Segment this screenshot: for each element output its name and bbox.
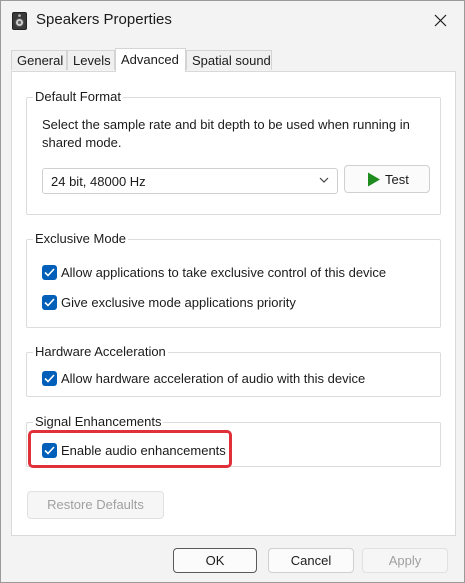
cancel-button[interactable]: Cancel bbox=[268, 548, 354, 573]
hardware-acceleration-label: Hardware Acceleration bbox=[33, 344, 168, 360]
title-bar: Speakers Properties bbox=[1, 1, 464, 41]
default-format-label: Default Format bbox=[33, 89, 123, 105]
signal-enhancements-label: Signal Enhancements bbox=[33, 414, 164, 430]
exclusive-priority-label: Give exclusive mode applications priorit… bbox=[61, 295, 296, 310]
exclusive-control-label: Allow applications to take exclusive con… bbox=[61, 265, 387, 280]
hardware-acceleration-option-label: Allow hardware acceleration of audio wit… bbox=[61, 371, 366, 386]
advanced-tab-panel: Default Format Select the sample rate an… bbox=[11, 71, 456, 536]
tab-advanced[interactable]: Advanced bbox=[115, 48, 186, 72]
speaker-icon bbox=[12, 12, 27, 30]
default-format-group: Default Format Select the sample rate an… bbox=[26, 89, 441, 215]
hardware-acceleration-checkbox[interactable] bbox=[42, 371, 57, 386]
ok-button[interactable]: OK bbox=[173, 548, 257, 573]
close-icon bbox=[434, 14, 447, 27]
apply-button[interactable]: Apply bbox=[362, 548, 448, 573]
restore-defaults-button[interactable]: Restore Defaults bbox=[27, 491, 164, 519]
tab-spatial-sound[interactable]: Spatial sound bbox=[186, 50, 272, 70]
chevron-down-icon bbox=[319, 177, 329, 183]
tab-levels[interactable]: Levels bbox=[67, 50, 115, 70]
exclusive-priority-checkbox[interactable] bbox=[42, 295, 57, 310]
exclusive-mode-group: Exclusive Mode Allow applications to tak… bbox=[26, 231, 441, 328]
test-button[interactable]: Test bbox=[344, 165, 430, 193]
speakers-properties-dialog: Speakers Properties General Levels Advan… bbox=[0, 0, 465, 583]
test-button-label: Test bbox=[385, 172, 409, 187]
exclusive-mode-label: Exclusive Mode bbox=[33, 231, 129, 247]
tab-general[interactable]: General bbox=[11, 50, 67, 70]
checkmark-icon bbox=[44, 374, 55, 383]
default-format-description: Select the sample rate and bit depth to … bbox=[42, 117, 410, 150]
exclusive-control-checkbox[interactable] bbox=[42, 265, 57, 280]
checkmark-icon bbox=[44, 268, 55, 277]
hardware-acceleration-group: Hardware Acceleration Allow hardware acc… bbox=[26, 344, 441, 397]
play-icon bbox=[368, 172, 380, 187]
format-dropdown[interactable]: 24 bit, 48000 Hz bbox=[42, 168, 338, 194]
checkmark-icon bbox=[44, 298, 55, 307]
highlight-annotation bbox=[28, 430, 232, 468]
window-title: Speakers Properties bbox=[36, 11, 172, 28]
close-button[interactable] bbox=[426, 7, 456, 35]
format-dropdown-value: 24 bit, 48000 Hz bbox=[51, 174, 146, 189]
